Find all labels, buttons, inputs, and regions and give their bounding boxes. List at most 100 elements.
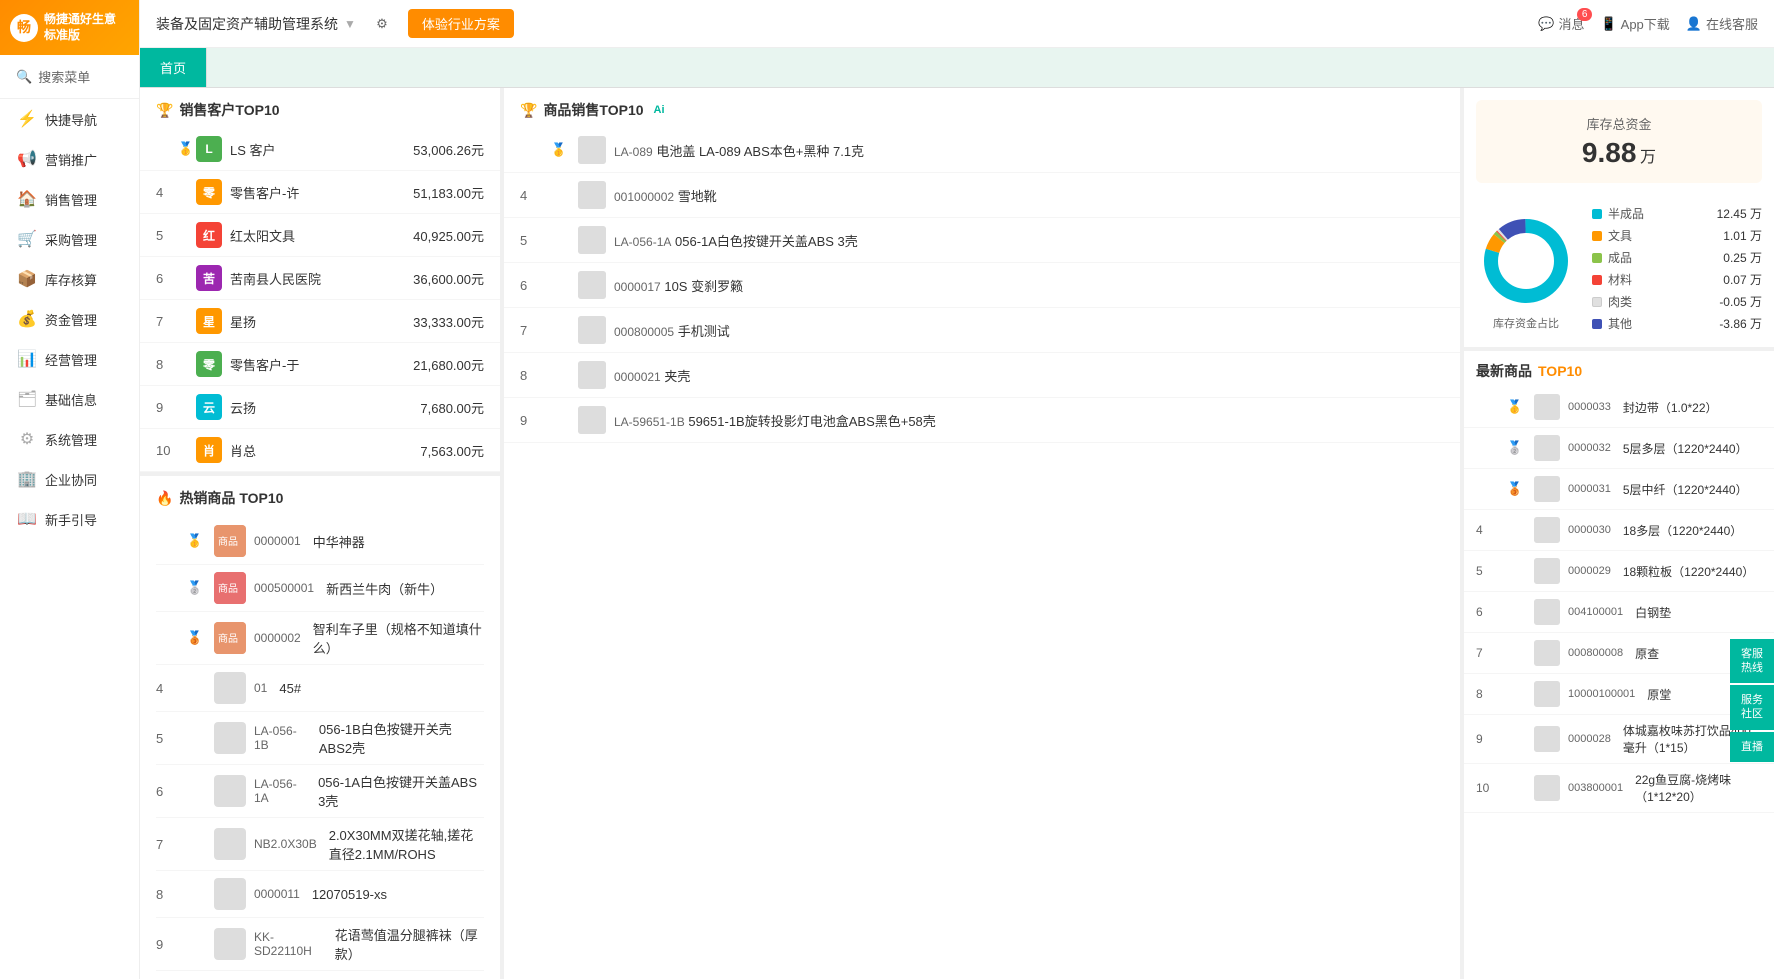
np-item-3[interactable]: 🥉 0000031 5层中纤（1220*2440）	[1464, 469, 1774, 510]
np-item-9[interactable]: 9 0000028 体城嘉枚味苏打饮品400毫升（1*15）	[1464, 715, 1774, 764]
sold-info-1: LA-089 电池盖 LA-089 ABS本色+黑种 7.1克	[614, 141, 1444, 160]
sidebar-item-system[interactable]: ⚙ 系统管理	[0, 419, 139, 459]
hot-product-2[interactable]: 🥈 商品 000500001 新西兰牛肉（新牛）	[156, 565, 484, 612]
float-btn-community[interactable]: 服务社区	[1730, 685, 1774, 730]
float-btn-live[interactable]: 直播	[1730, 732, 1774, 762]
hp-code-1: 0000001	[254, 534, 301, 548]
hot-product-6[interactable]: 6 LA-056-1A 056-1A白色按键开关盖ABS 3壳	[156, 765, 484, 818]
np-code-3: 0000031	[1568, 483, 1611, 495]
sidebar-item-finance[interactable]: 💰 资金管理	[0, 299, 139, 339]
np-item-4[interactable]: 4 0000030 18多层（1220*2440）	[1464, 510, 1774, 551]
sold-item-7[interactable]: 9 LA-59651-1B 59651-1B旋转投影灯电池盒ABS黑色+58壳	[504, 398, 1460, 443]
customer-item-7[interactable]: 9 云 云扬 7,680.00元	[140, 386, 500, 429]
inventory-icon: 📦	[17, 269, 37, 289]
hp-rank-7: 7	[156, 837, 176, 852]
sidebar-item-sales[interactable]: 🏠 销售管理	[0, 179, 139, 219]
sidebar-item-marketing[interactable]: 📢 营销推广	[0, 139, 139, 179]
np-item-1[interactable]: 🥇 0000033 封边带（1.0*22）	[1464, 387, 1774, 428]
np-thumb-10	[1534, 775, 1560, 801]
hp-code-6: LA-056-1A	[254, 777, 306, 805]
np-item-2[interactable]: 🥈 0000032 5层多层（1220*2440）	[1464, 428, 1774, 469]
fire-icon: 🔥	[156, 490, 173, 507]
sold-thumb-5	[578, 316, 606, 344]
legend-item-4: 肉类 -0.05 万	[1592, 293, 1762, 310]
customer-ranking-list: 🥇 L LS 客户 53,006.26元 4 零 零售客户-许 51,183.0…	[140, 128, 500, 472]
nav-label: 系统管理	[45, 430, 97, 449]
sidebar-item-management[interactable]: 📊 经营管理	[0, 339, 139, 379]
np-rank-4: 4	[1476, 523, 1496, 537]
panel-center: 🏆 商品销售TOP10 Ai 🥇 LA-089 电池盖 LA-089 ABS本色…	[500, 88, 1464, 979]
legend-value-4: -0.05 万	[1719, 293, 1762, 310]
search-menu-button[interactable]: 🔍 搜索菜单	[10, 63, 129, 90]
online-service-button[interactable]: 👤 在线客服	[1686, 14, 1758, 33]
legend-item-2: 成品 0.25 万	[1592, 249, 1762, 266]
sold-item-2[interactable]: 4 001000002 雪地靴	[504, 173, 1460, 218]
sidebar-item-basic-info[interactable]: 🗂 基础信息	[0, 379, 139, 419]
phone-icon: 📱	[1600, 16, 1616, 32]
legend-value-3: 0.07 万	[1723, 271, 1762, 288]
hp-thumb-7	[214, 828, 246, 860]
np-name-7: 原查	[1635, 645, 1659, 662]
float-btn-service[interactable]: 客服热线	[1730, 639, 1774, 684]
hp-rank-9: 9	[156, 937, 176, 952]
hot-product-8[interactable]: 8 0000011 12070519-xs	[156, 871, 484, 918]
sold-thumb-2	[578, 181, 606, 209]
trial-button[interactable]: 体验行业方案	[408, 9, 514, 38]
sidebar-item-enterprise[interactable]: 🏢 企业协同	[0, 459, 139, 499]
sidebar-item-inventory[interactable]: 📦 库存核算	[0, 259, 139, 299]
np-item-8[interactable]: 8 10000100001 原堂	[1464, 674, 1774, 715]
sold-code-5: 000800005	[614, 325, 674, 339]
np-medal-3: 🥉	[1504, 481, 1526, 497]
legend-dot-1	[1592, 231, 1602, 241]
quick-nav-icon: ⚡	[17, 109, 37, 129]
hot-product-1[interactable]: 🥇 商品 0000001 中华神器	[156, 518, 484, 565]
sold-item-3[interactable]: 5 LA-056-1A 056-1A白色按键开关盖ABS 3壳	[504, 218, 1460, 263]
sold-item-1[interactable]: 🥇 LA-089 电池盖 LA-089 ABS本色+黑种 7.1克	[504, 128, 1460, 173]
np-name-1: 封边带（1.0*22）	[1623, 399, 1718, 416]
np-item-6[interactable]: 6 004100001 白钢垫	[1464, 592, 1774, 633]
sidebar-item-purchase[interactable]: 🛒 采购管理	[0, 219, 139, 259]
tab-home[interactable]: 首页	[140, 48, 207, 87]
sidebar-item-guide[interactable]: 📖 新手引导	[0, 499, 139, 539]
np-rank-6: 6	[1476, 605, 1496, 619]
np-item-5[interactable]: 5 0000029 18颗粒板（1220*2440）	[1464, 551, 1774, 592]
hp-name-8: 12070519-xs	[312, 887, 387, 902]
app-download-button[interactable]: 📱 App下载	[1600, 14, 1669, 33]
customer-item-8[interactable]: 10 肖 肖总 7,563.00元	[140, 429, 500, 472]
sold-item-4[interactable]: 6 0000017 10S 变刹罗籁	[504, 263, 1460, 308]
message-button[interactable]: 💬 消息 6	[1538, 14, 1584, 33]
hot-product-5[interactable]: 5 LA-056-1B 056-1B白色按键开关壳ABS2壳	[156, 712, 484, 765]
customer-item-5[interactable]: 7 星 星扬 33,333.00元	[140, 300, 500, 343]
hp-name-5: 056-1B白色按键开关壳ABS2壳	[319, 719, 484, 757]
np-item-10[interactable]: 10 003800001 22g鱼豆腐-烧烤味（1*12*20）	[1464, 764, 1774, 813]
hot-product-7[interactable]: 7 NB2.0X30B 2.0X30MM双搓花轴,搓花直径2.1MM/ROHS	[156, 818, 484, 871]
legend-list: 半成品 12.45 万 文具 1.01 万 成品 0.25 万	[1592, 205, 1762, 337]
hp-name-7: 2.0X30MM双搓花轴,搓花直径2.1MM/ROHS	[329, 825, 484, 863]
hp-thumb-5	[214, 722, 246, 754]
customer-avatar-3: 红	[196, 222, 222, 248]
customer-item-4[interactable]: 6 苦 苦南县人民医院 36,600.00元	[140, 257, 500, 300]
new-badge: Ai	[654, 104, 665, 116]
basic-info-icon: 🗂	[17, 389, 37, 409]
sidebar-search[interactable]: 🔍 搜索菜单	[0, 55, 139, 99]
nav-label: 营销推广	[45, 150, 97, 169]
customer-item-3[interactable]: 5 红 红太阳文具 40,925.00元	[140, 214, 500, 257]
customer-item-1[interactable]: 🥇 L LS 客户 53,006.26元	[140, 128, 500, 171]
sidebar-item-quick-nav[interactable]: ⚡ 快捷导航	[0, 99, 139, 139]
np-item-7[interactable]: 7 000800008 原查	[1464, 633, 1774, 674]
customer-amount-6: 21,680.00元	[413, 355, 484, 374]
customer-amount-8: 7,563.00元	[420, 441, 484, 460]
sold-thumb-3	[578, 226, 606, 254]
settings-button[interactable]: ⚙	[368, 10, 396, 38]
hot-product-3[interactable]: 🥉 商品 0000002 智利车子里（规格不知道填什么）	[156, 612, 484, 665]
sold-item-5[interactable]: 7 000800005 手机测试	[504, 308, 1460, 353]
hot-product-9[interactable]: 9 KK-SD22110H 花语莺值温分腿裤袜（厚款）	[156, 918, 484, 971]
sold-item-6[interactable]: 8 0000021 夹壳	[504, 353, 1460, 398]
customer-item-6[interactable]: 8 零 零售客户-于 21,680.00元	[140, 343, 500, 386]
hp-code-3: 0000002	[254, 631, 301, 645]
hp-name-3: 智利车子里（规格不知道填什么）	[313, 619, 484, 657]
dropdown-icon[interactable]: ▼	[344, 17, 356, 31]
sold-thumb-6	[578, 361, 606, 389]
customer-item-2[interactable]: 4 零 零售客户-许 51,183.00元	[140, 171, 500, 214]
hot-product-4[interactable]: 4 01 45#	[156, 665, 484, 712]
